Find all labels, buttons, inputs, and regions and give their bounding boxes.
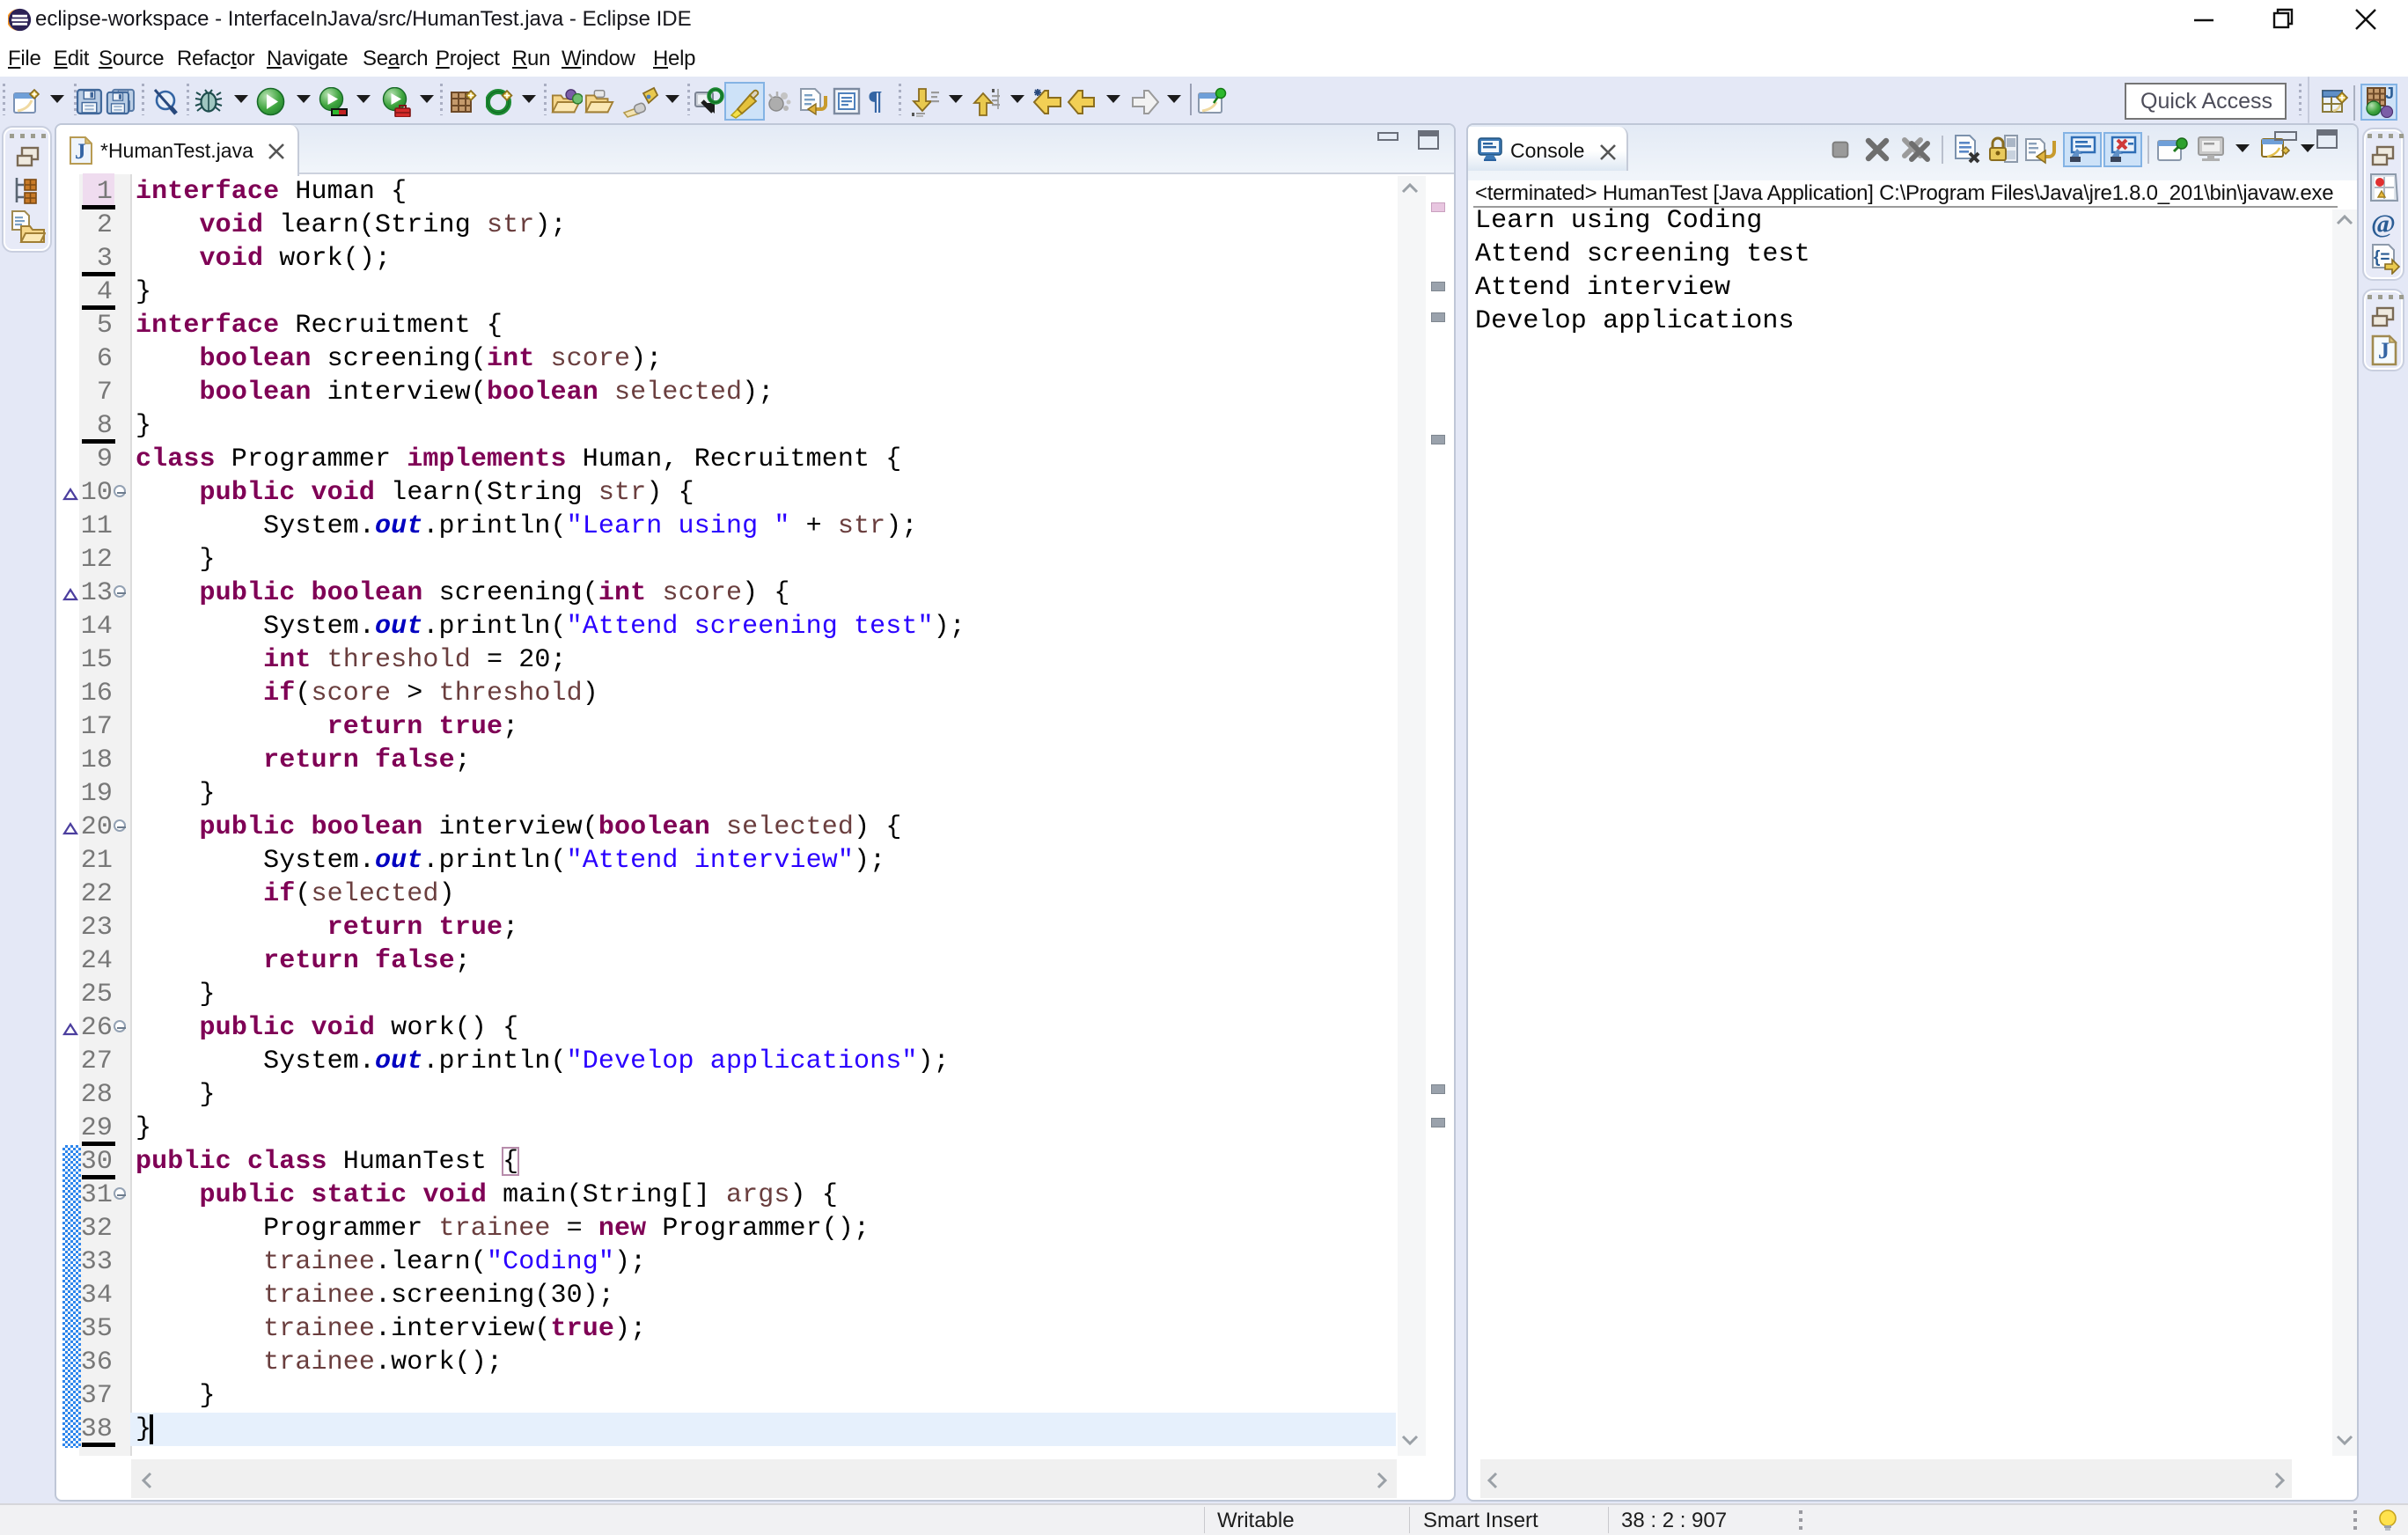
svg-text:J: J — [2385, 86, 2394, 102]
svg-text:J: J — [75, 140, 86, 164]
svg-text:J: J — [2378, 338, 2390, 364]
